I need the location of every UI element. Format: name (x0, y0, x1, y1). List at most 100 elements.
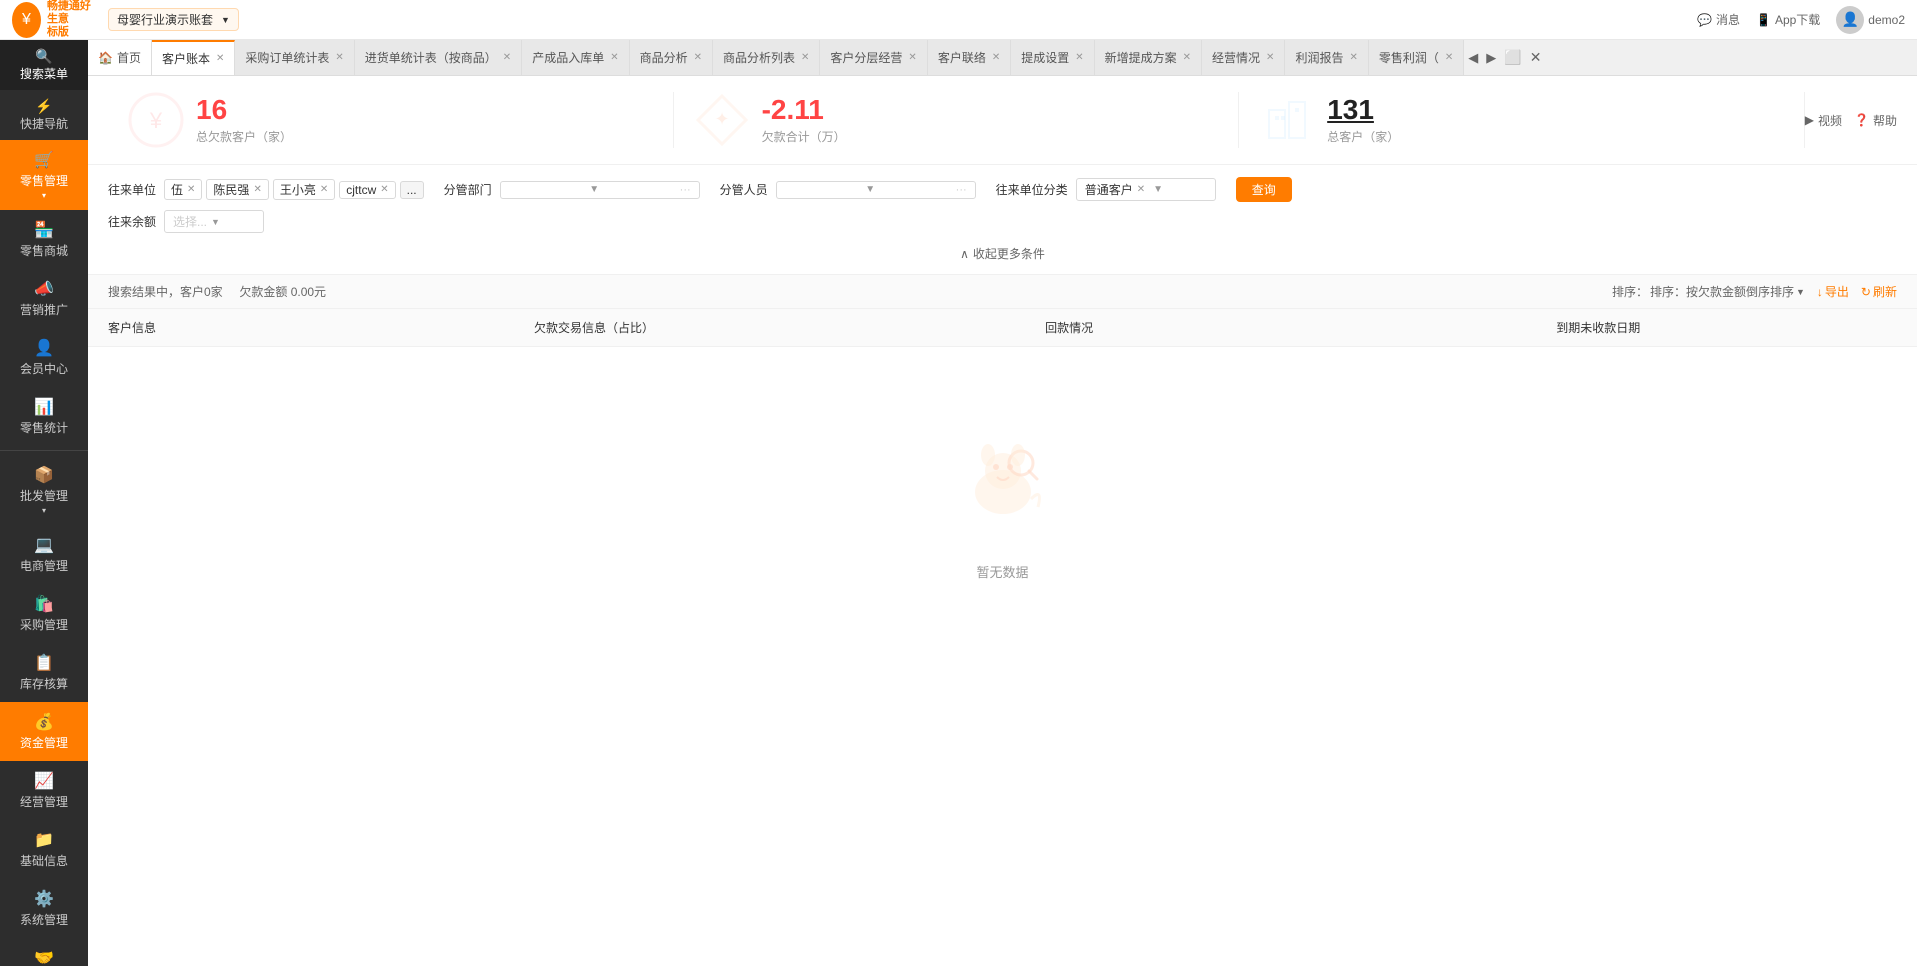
category-select-arrow: ▼ (1153, 184, 1163, 195)
sidebar-item-system[interactable]: ⚙️ 系统管理 (0, 879, 88, 938)
filter-tag-wang[interactable]: 王小亮 ✕ (273, 179, 335, 200)
tab-close-product-in[interactable]: ✕ (610, 52, 618, 63)
sidebar-search[interactable]: 🔍 搜索菜单 (0, 40, 88, 90)
stat-icon-customers: ¥ (128, 92, 184, 148)
tab-close-operations[interactable]: ✕ (1266, 52, 1274, 63)
tab-home[interactable]: 🏠 首页 (88, 40, 152, 76)
tab-next[interactable]: ▶ (1482, 50, 1500, 66)
tab-operations[interactable]: 经营情况 ✕ (1202, 40, 1285, 76)
tab-product-in[interactable]: 产成品入库单 ✕ (522, 40, 629, 76)
sidebar-item-operation[interactable]: 📈 经营管理 (0, 761, 88, 820)
divider (0, 450, 88, 451)
dept-label: 分管部门 (444, 181, 492, 198)
stat-value-customers: 16 (196, 96, 292, 124)
sidebar-item-retail-stats[interactable]: 📊 零售统计 (0, 387, 88, 446)
filter-tag-chen[interactable]: 陈民强 ✕ (206, 179, 268, 200)
empty-state: 暂无数据 (88, 347, 1917, 661)
tab-purchase-order[interactable]: 采购订单统计表 ✕ (235, 40, 354, 76)
sidebar-item-marketing[interactable]: 📣 营销推广 (0, 269, 88, 328)
more-tags-btn[interactable]: ... (400, 181, 424, 199)
tab-new-advance[interactable]: 新增提成方案 ✕ (1095, 40, 1202, 76)
logo-text: 畅捷通好生意 标版 (47, 0, 100, 39)
industry-selector[interactable]: 母婴行业演示账套 ▼ (108, 8, 239, 31)
marketing-icon: 📣 (34, 279, 54, 299)
tab-profit-report[interactable]: 利润报告 ✕ (1285, 40, 1368, 76)
tab-close-profit-report[interactable]: ✕ (1349, 52, 1357, 63)
system-icon: ⚙️ (34, 889, 54, 909)
unit-label: 往来单位 (108, 181, 156, 198)
result-bar: 搜索结果中，客户0家 欠款金额 0.00元 排序： 排序：按欠款金额倒序排序 ▼… (88, 275, 1917, 309)
col-header-date: 到期未收款日期 (1556, 319, 1897, 336)
sidebar-item-enterprise[interactable]: 🤝 企业协同 (0, 938, 88, 966)
tab-close-purchase-order[interactable]: ✕ (335, 52, 343, 63)
user-avatar-btn[interactable]: 👤 demo2 (1836, 6, 1905, 34)
filter-tag-cjttcw[interactable]: cjttcw ✕ (339, 181, 395, 199)
category-select[interactable]: 普通客户 ✕ ▼ (1076, 178, 1216, 201)
tab-customer-contact[interactable]: 客户联络 ✕ (928, 40, 1011, 76)
sidebar-item-inventory[interactable]: 📋 库存核算 (0, 643, 88, 702)
close-tag-cjttcw[interactable]: ✕ (380, 184, 388, 195)
stat-icon-total (1259, 92, 1315, 148)
sidebar: 🔍 搜索菜单 ⚡ 快捷导航 🛒 零售管理 ▾ 🏪 零售商城 📣 营销推广 (0, 40, 88, 966)
tab-close-customer-cost[interactable]: ✕ (216, 53, 224, 64)
top-right-area: 💬 消息 📱 App下载 👤 demo2 (1697, 6, 1905, 34)
tab-prev[interactable]: ◀ (1464, 50, 1482, 66)
dept-select[interactable]: ▼ ··· (500, 181, 700, 199)
export-btn[interactable]: ↓ 导出 (1817, 283, 1849, 300)
tab-close-product-analysis[interactable]: ✕ (694, 52, 702, 63)
tab-product-analysis-list[interactable]: 商品分析列表 ✕ (713, 40, 820, 76)
sidebar-item-retail[interactable]: 🛒 零售管理 ▾ (0, 140, 88, 210)
close-tag-category[interactable]: ✕ (1137, 184, 1145, 195)
sidebar-item-member[interactable]: 👤 会员中心 (0, 328, 88, 387)
sidebar-item-retail-mall[interactable]: 🏪 零售商城 (0, 210, 88, 269)
tab-close-retail-profit[interactable]: ✕ (1445, 52, 1453, 63)
help-btn[interactable]: ❓ 帮助 (1854, 112, 1897, 129)
tab-purchase-stats[interactable]: 进货单统计表（按商品） ✕ (355, 40, 522, 76)
sidebar-item-purchase[interactable]: 🛍️ 采购管理 (0, 584, 88, 643)
sidebar-item-finance[interactable]: 💰 资金管理 (0, 702, 88, 761)
logo-icon: ¥ (12, 2, 41, 38)
data-table: 客户信息 欠款交易信息（占比） 回款情况 到期未收款日期 (88, 309, 1917, 661)
tab-advance-settings[interactable]: 提成设置 ✕ (1011, 40, 1094, 76)
table-header: 客户信息 欠款交易信息（占比） 回款情况 到期未收款日期 (88, 309, 1917, 347)
tab-close-customer-contact[interactable]: ✕ (992, 52, 1000, 63)
app-download-btn[interactable]: 📱 App下载 (1756, 11, 1820, 28)
close-tag-wu[interactable]: ✕ (187, 184, 195, 195)
tab-customer-segment[interactable]: 客户分层经营 ✕ (820, 40, 927, 76)
sidebar-item-ecommerce[interactable]: 💻 电商管理 (0, 525, 88, 584)
message-btn[interactable]: 💬 消息 (1697, 11, 1740, 28)
filter-tag-wu[interactable]: 伍 ✕ (164, 179, 202, 200)
basic-icon: 📁 (34, 830, 54, 850)
filter-row-1: 往来单位 伍 ✕ 陈民强 ✕ 王小亮 (108, 177, 1897, 202)
avatar: 👤 (1836, 6, 1864, 34)
refresh-btn[interactable]: ↻ 刷新 (1861, 283, 1897, 300)
sidebar-item-basic[interactable]: 📁 基础信息 (0, 820, 88, 879)
person-select[interactable]: ▼ ··· (776, 181, 976, 199)
close-tag-wang[interactable]: ✕ (320, 184, 328, 195)
tab-close-product-analysis-list[interactable]: ✕ (801, 52, 809, 63)
tab-close-advance-settings[interactable]: ✕ (1075, 52, 1083, 63)
tab-close-new-advance[interactable]: ✕ (1183, 52, 1191, 63)
operation-icon: 📈 (34, 771, 54, 791)
stat-label-customers: 总欠款客户（家） (196, 128, 292, 145)
sort-btn[interactable]: 排序： 排序：按欠款金额倒序排序 ▼ (1612, 283, 1805, 300)
col-header-debt: 欠款交易信息（占比） (534, 319, 1045, 336)
close-tag-chen[interactable]: ✕ (253, 184, 261, 195)
tab-expand[interactable]: ⬜ (1500, 49, 1525, 66)
sidebar-item-wholesale[interactable]: 📦 批发管理 ▾ (0, 455, 88, 525)
query-button[interactable]: 查询 (1236, 177, 1292, 202)
tab-close-all[interactable]: ✕ (1526, 49, 1546, 66)
tab-close-customer-segment[interactable]: ✕ (908, 52, 916, 63)
balance-select[interactable]: 选择... ▼ (164, 210, 264, 233)
video-btn[interactable]: ▶ 视频 (1805, 112, 1842, 129)
sidebar-quick-nav[interactable]: ⚡ 快捷导航 (0, 90, 88, 140)
tab-close-purchase-stats[interactable]: ✕ (503, 52, 511, 63)
tab-customer-cost[interactable]: 客户账本 ✕ (152, 40, 235, 76)
tab-retail-profit[interactable]: 零售利润（ ✕ (1369, 40, 1464, 76)
filter-row-2: 往来余额 选择... ▼ (108, 210, 1897, 233)
filter-section: 往来单位 伍 ✕ 陈民强 ✕ 王小亮 (88, 165, 1917, 275)
dept-select-arrow: ▼ (589, 184, 599, 195)
tab-product-analysis[interactable]: 商品分析 ✕ (630, 40, 713, 76)
collapse-btn[interactable]: ∧ 收起更多条件 (108, 241, 1897, 266)
page-content: ¥ 16 总欠款客户（家） ✦ (88, 76, 1917, 966)
